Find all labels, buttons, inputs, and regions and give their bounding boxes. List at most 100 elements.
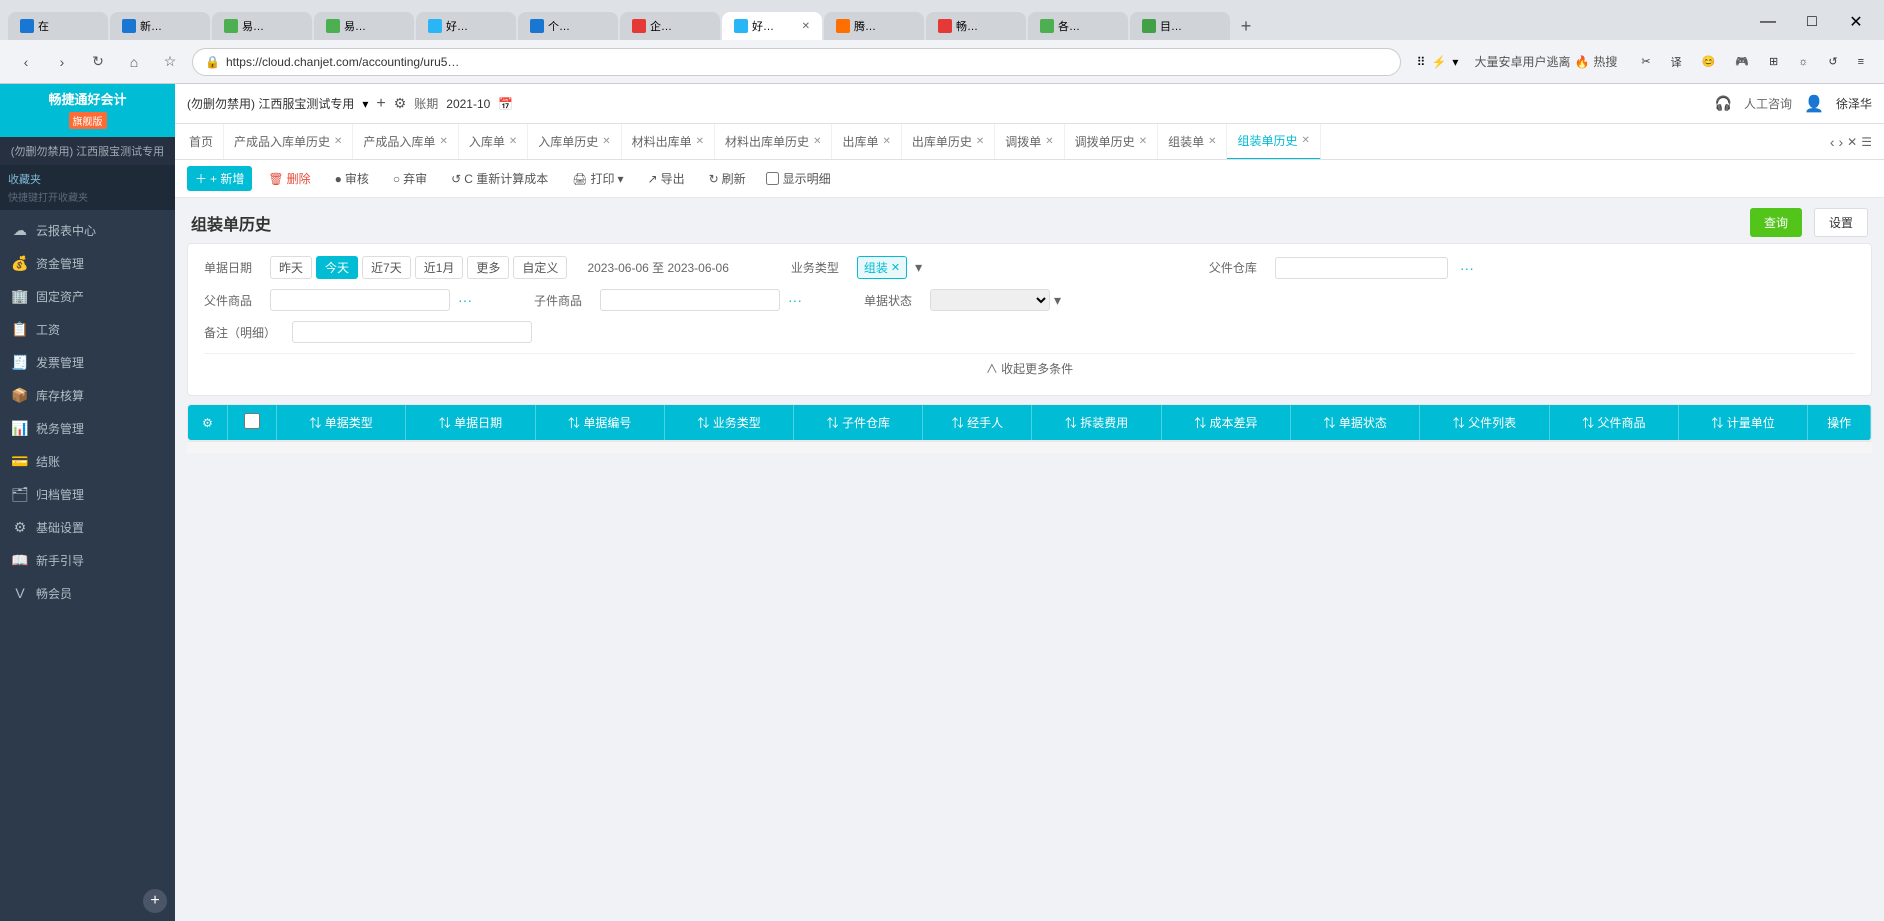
browser-tab-10[interactable]: 畅… bbox=[926, 12, 1026, 40]
close-icon[interactable]: ✕ bbox=[439, 136, 447, 147]
settings-gear-button[interactable]: ⚙ bbox=[394, 95, 407, 112]
brightness-btn[interactable]: ☼ bbox=[1790, 54, 1816, 70]
page-tab-home[interactable]: 首页 bbox=[179, 124, 224, 160]
col-unit[interactable]: ⇅ 计量单位 bbox=[1678, 405, 1807, 440]
biz-type-tag-close[interactable]: ✕ bbox=[891, 261, 900, 274]
audit-button[interactable]: ● 审核 bbox=[327, 166, 377, 191]
page-tab-in-order[interactable]: 入库单 ✕ bbox=[459, 124, 528, 160]
page-tab-mat-out[interactable]: 材料出库单 ✕ bbox=[622, 124, 715, 160]
browser-tab-6[interactable]: 个… bbox=[518, 12, 618, 40]
tab-next-button[interactable]: › bbox=[1839, 134, 1844, 150]
browser-tab-2[interactable]: 新… bbox=[110, 12, 210, 40]
query-button[interactable]: 查询 bbox=[1750, 208, 1802, 237]
date-btn-custom[interactable]: 自定义 bbox=[513, 256, 567, 279]
close-icon[interactable]: ✕ bbox=[334, 136, 342, 147]
child-goods-input[interactable] bbox=[600, 289, 780, 311]
col-status[interactable]: ⇅ 单据状态 bbox=[1291, 405, 1420, 440]
page-tab-in-history[interactable]: 入库单历史 ✕ bbox=[528, 124, 621, 160]
col-number[interactable]: ⇅ 单据编号 bbox=[535, 405, 664, 440]
menu-btn[interactable]: ≡ bbox=[1850, 54, 1872, 70]
select-all-checkbox[interactable] bbox=[244, 413, 260, 429]
col-check[interactable] bbox=[227, 405, 276, 440]
sidebar-company[interactable]: (勿删勿禁用) 江西服宝测试专用 bbox=[0, 137, 175, 165]
browser-tab-close-8[interactable]: ✕ bbox=[802, 21, 810, 32]
sidebar-item-payroll[interactable]: 📋 工资 bbox=[0, 313, 175, 346]
close-icon[interactable]: ✕ bbox=[882, 136, 890, 147]
status-select[interactable] bbox=[930, 289, 1050, 311]
page-tab-assemble-history[interactable]: 调拨单历史 ✕ bbox=[1065, 124, 1158, 160]
sidebar-item-cloud-report[interactable]: ☁ 云报表中心 bbox=[0, 214, 175, 247]
col-cost-diff[interactable]: ⇅ 成本差异 bbox=[1161, 405, 1290, 440]
window-maximize-button[interactable]: □ bbox=[1792, 4, 1832, 40]
dropdown-icon[interactable]: ▾ bbox=[1452, 55, 1458, 69]
sidebar-item-guide[interactable]: 📖 新手引导 bbox=[0, 544, 175, 577]
browser-tab-1[interactable]: 在 bbox=[8, 12, 108, 40]
delete-button[interactable]: 🗑 删除 bbox=[260, 166, 318, 191]
grid-btn[interactable]: ⊞ bbox=[1761, 53, 1786, 70]
page-tab-prod-in[interactable]: 产成品入库单 ✕ bbox=[353, 124, 458, 160]
date-btn-yesterday[interactable]: 昨天 bbox=[270, 256, 312, 279]
page-tab-assemble[interactable]: 调拨单 ✕ bbox=[995, 124, 1064, 160]
recalculate-button[interactable]: ↺ C 重新计算成本 bbox=[443, 166, 556, 191]
parent-warehouse-input[interactable] bbox=[1275, 257, 1448, 279]
sidebar-item-invoice[interactable]: 🧾 发票管理 bbox=[0, 346, 175, 379]
tab-add-button[interactable]: + bbox=[1232, 12, 1260, 40]
sidebar-item-fixed-assets[interactable]: 🏢 固定资产 bbox=[0, 280, 175, 313]
bookmark-button[interactable]: ☆ bbox=[156, 48, 184, 76]
tab-prev-button[interactable]: ‹ bbox=[1830, 134, 1835, 150]
page-tab-out-history[interactable]: 出库单历史 ✕ bbox=[902, 124, 995, 160]
close-icon[interactable]: ✕ bbox=[696, 136, 704, 147]
add-bottom-button[interactable]: + bbox=[143, 889, 167, 913]
page-tab-mat-out-history[interactable]: 材料出库单历史 ✕ bbox=[715, 124, 832, 160]
abandon-button[interactable]: ○ 弃审 bbox=[385, 166, 435, 191]
close-icon-active[interactable]: ✕ bbox=[1302, 135, 1310, 146]
cut-btn[interactable]: ✂ bbox=[1633, 53, 1658, 70]
sidebar-item-checkout[interactable]: 💳 结账 bbox=[0, 445, 175, 478]
window-minimize-button[interactable]: — bbox=[1748, 4, 1788, 40]
col-child-warehouse[interactable]: ⇅ 子件仓库 bbox=[794, 405, 923, 440]
company-dropdown-button[interactable]: ▾ bbox=[362, 97, 368, 111]
date-btn-1month[interactable]: 近1月 bbox=[415, 256, 464, 279]
translate-btn[interactable]: 译 bbox=[1663, 52, 1690, 72]
refresh-button[interactable]: ↻ 刷新 bbox=[701, 166, 754, 191]
browser-tab-11[interactable]: 各… bbox=[1028, 12, 1128, 40]
browser-tab-4[interactable]: 易… bbox=[314, 12, 414, 40]
browser-tab-3[interactable]: 易… bbox=[212, 12, 312, 40]
window-close-button[interactable]: ✕ bbox=[1836, 4, 1876, 40]
col-type[interactable]: ⇅ 单据类型 bbox=[276, 405, 405, 440]
note-input[interactable] bbox=[292, 321, 532, 343]
sidebar-item-member[interactable]: V 畅会员 bbox=[0, 577, 175, 610]
sidebar-item-archive[interactable]: 🗂 归档管理 bbox=[0, 478, 175, 511]
parent-goods-more-icon[interactable]: ··· bbox=[458, 292, 472, 308]
date-btn-7days[interactable]: 近7天 bbox=[362, 256, 411, 279]
close-icon[interactable]: ✕ bbox=[509, 136, 517, 147]
address-bar[interactable]: 🔒 https://cloud.chanjet.com/accounting/u… bbox=[192, 48, 1401, 76]
parent-warehouse-more-icon[interactable]: ··· bbox=[1460, 260, 1474, 276]
browser-tab-12[interactable]: 目… bbox=[1130, 12, 1230, 40]
date-btn-today[interactable]: 今天 bbox=[316, 256, 358, 279]
close-icon[interactable]: ✕ bbox=[602, 136, 610, 147]
close-icon[interactable]: ✕ bbox=[1045, 136, 1053, 147]
page-tab-kit[interactable]: 组装单 ✕ bbox=[1158, 124, 1227, 160]
col-disassemble-fee[interactable]: ⇅ 拆装费用 bbox=[1032, 405, 1161, 440]
reload-button[interactable]: ↻ bbox=[84, 48, 112, 76]
setting-button[interactable]: 设置 bbox=[1814, 208, 1868, 237]
date-btn-more[interactable]: 更多 bbox=[467, 256, 509, 279]
col-handler[interactable]: ⇅ 经手人 bbox=[923, 405, 1032, 440]
status-dropdown-button[interactable]: ▾ bbox=[1054, 292, 1061, 309]
parent-goods-input[interactable] bbox=[270, 289, 450, 311]
tab-close-all-button[interactable]: ☰ bbox=[1861, 135, 1872, 149]
close-icon[interactable]: ✕ bbox=[1139, 136, 1147, 147]
horizontal-scrollbar[interactable] bbox=[187, 441, 1872, 453]
forward-button[interactable]: › bbox=[48, 48, 76, 76]
browser-tab-9[interactable]: 腾… bbox=[824, 12, 924, 40]
sidebar-item-settings[interactable]: ⚙ 基础设置 bbox=[0, 511, 175, 544]
close-icon[interactable]: ✕ bbox=[813, 136, 821, 147]
add-company-button[interactable]: + bbox=[376, 95, 385, 113]
add-button[interactable]: ＋ + 新增 bbox=[187, 166, 252, 191]
page-tab-out-order[interactable]: 出库单 ✕ bbox=[832, 124, 901, 160]
back-button[interactable]: ‹ bbox=[12, 48, 40, 76]
child-goods-more-icon[interactable]: ··· bbox=[788, 292, 802, 308]
biz-type-dropdown-button[interactable]: ▾ bbox=[915, 259, 922, 276]
col-biz-type[interactable]: ⇅ 业务类型 bbox=[664, 405, 793, 440]
